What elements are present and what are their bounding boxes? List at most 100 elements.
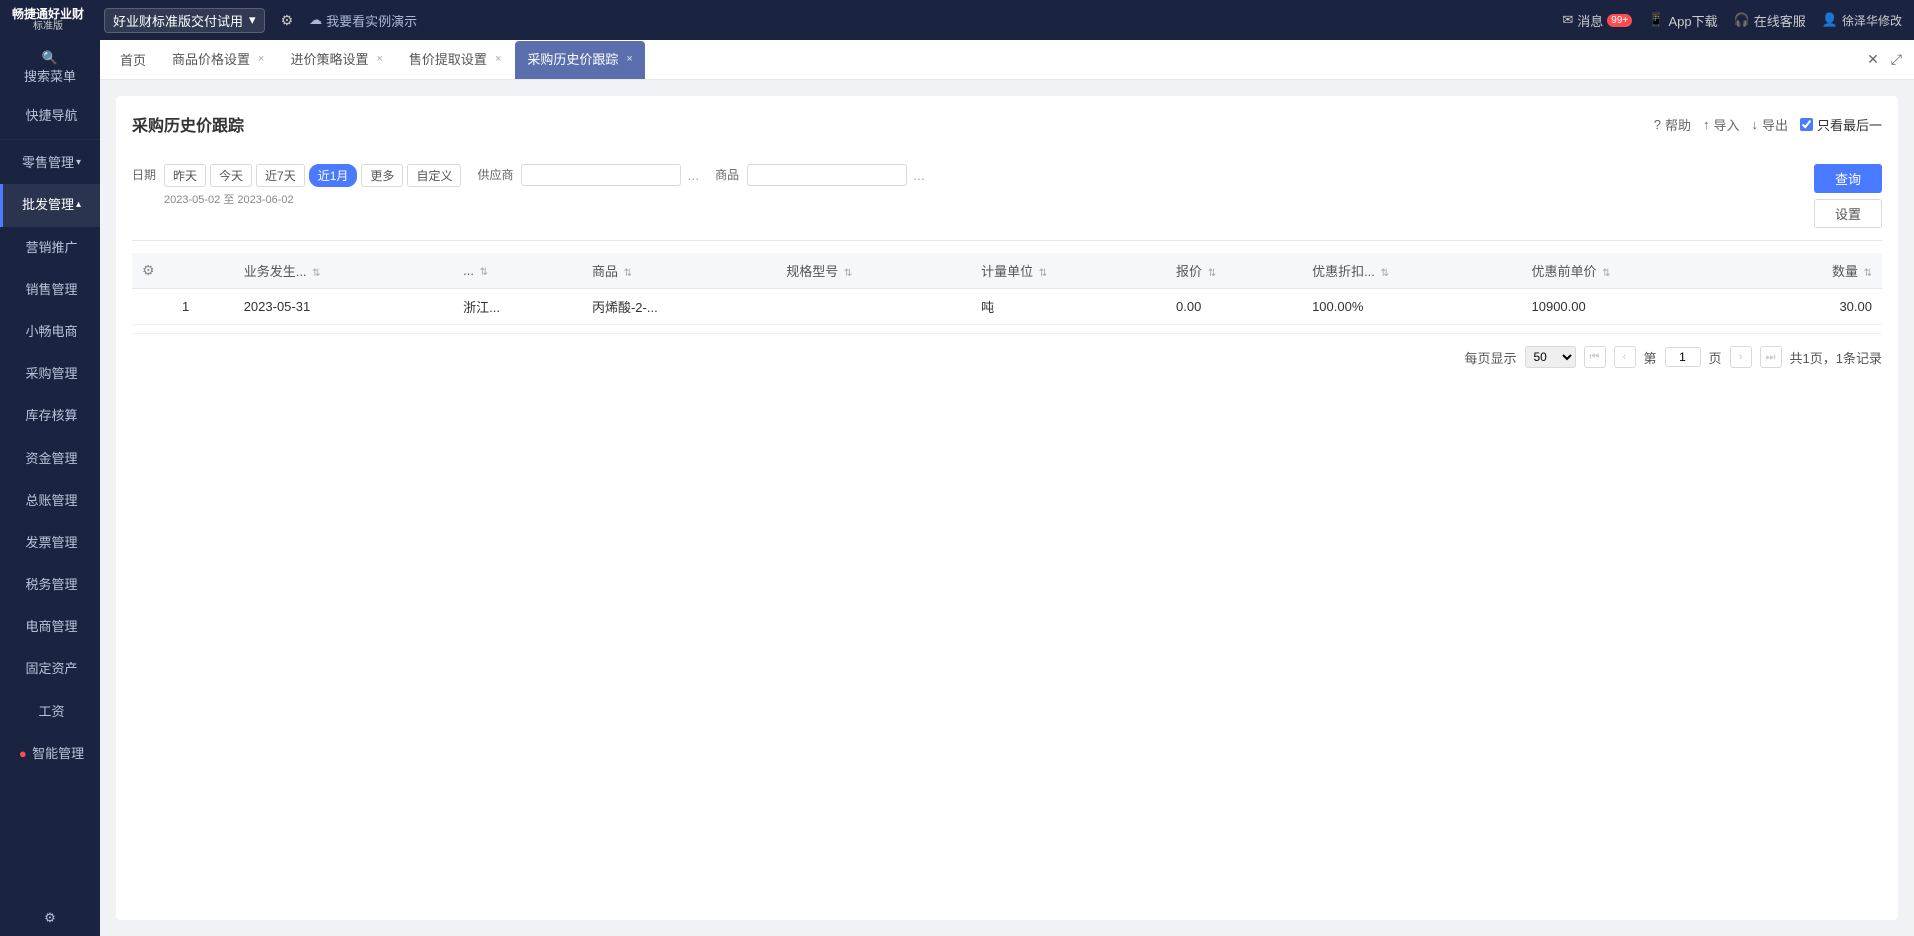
col-settings[interactable]: ⚙ [132,253,172,289]
tab-home[interactable]: 首页 [108,41,158,79]
col-unit-sort-icon[interactable]: ⇅ [1039,268,1047,279]
col-quoted-price-sort-icon[interactable]: ⇅ [1208,268,1216,279]
sidebar-item-marketing-label: 营销推广 [25,240,77,255]
col-more-sort-icon[interactable]: ⇅ [480,267,488,278]
tab-fullscreen-icon[interactable]: ⤢ [1887,49,1906,70]
sidebar-item-smart[interactable]: ● 智能管理 [0,733,100,775]
col-quantity-sort-icon[interactable]: ⇅ [1864,268,1872,279]
tab-price-close-icon[interactable]: × [258,53,264,65]
sidebar-item-invoice[interactable]: 发票管理 [0,522,100,564]
tab-price[interactable]: 商品价格设置 × [160,41,276,79]
page-first-btn[interactable]: ⏮ [1584,346,1606,368]
sidebar-item-smart-label: 智能管理 [32,746,84,761]
sidebar-item-retail-label: 零售管理 [22,154,74,172]
sidebar-item-sales[interactable]: 销售管理 [0,269,100,311]
demo-link[interactable]: ☁ 我要看实例演示 [309,11,417,30]
per-page-select[interactable]: 50 20 100 200 [1525,346,1576,368]
version-text: 好业财标准版交付试用 [113,11,243,30]
user-name: 徐泽华修改 [1842,12,1902,29]
app-download-button[interactable]: 📱 App下载 [1648,11,1717,30]
sidebar-item-inventory[interactable]: 库存核算 [0,395,100,437]
date-today-btn[interactable]: 今天 [210,164,252,187]
col-discount-sort-icon[interactable]: ⇅ [1381,268,1389,279]
sidebar-item-fixed-assets[interactable]: 固定资产 [0,648,100,690]
help-link[interactable]: ? 帮助 [1654,115,1691,134]
page-next-btn[interactable]: › [1730,346,1752,368]
only-last-checkbox[interactable] [1800,118,1813,131]
sidebar-item-invoice-label: 发票管理 [25,535,77,550]
sidebar-search[interactable]: 🔍 搜索菜单 [0,40,100,95]
col-quantity-label: 数量 [1832,264,1858,279]
sidebar: 🔍 搜索菜单 快捷导航 零售管理 ▾ 批发管理 ▴ 营销推广 销售管理 小畅电商… [0,40,100,936]
sidebar-wholesale-arrow-icon: ▴ [76,198,81,212]
tab-sale-price-close-icon[interactable]: × [495,53,501,65]
date-last1m-btn[interactable]: 近1月 [309,164,358,187]
version-settings-icon[interactable]: ⚙ [277,10,298,31]
table-settings-gear-icon[interactable]: ⚙ [142,262,155,278]
page-last-btn[interactable]: ⏭ [1760,346,1782,368]
col-discount[interactable]: 优惠折扣... ⇅ [1302,253,1521,289]
sidebar-item-accounting[interactable]: 总账管理 [0,480,100,522]
settings-button[interactable]: 设置 [1814,199,1882,228]
supplier-input[interactable] [521,164,681,186]
col-price-before-sort-icon[interactable]: ⇅ [1602,268,1610,279]
row-spec-cell [776,289,971,325]
date-more-btn[interactable]: 更多 [361,164,403,187]
sidebar-item-quicknav[interactable]: 快捷导航 [0,95,100,137]
filter-bar: 日期 昨天 今天 近7天 近1月 更多 自定义 2023-05-02 至 202… [132,152,1882,241]
col-product-sort-icon[interactable]: ⇅ [624,268,632,279]
version-selector[interactable]: 好业财标准版交付试用 ▾ [104,8,265,33]
col-unit[interactable]: 计量单位 ⇅ [971,253,1166,289]
sidebar-item-ecommerce-small[interactable]: 小畅电商 [0,311,100,353]
sidebar-item-wholesale[interactable]: 批发管理 ▴ [0,184,100,226]
online-service-button[interactable]: 🎧 在线客服 [1734,11,1806,30]
col-price-before[interactable]: 优惠前单价 ⇅ [1522,253,1746,289]
tab-close-all-icon[interactable]: ✕ [1863,49,1883,70]
date-yesterday-btn[interactable]: 昨天 [164,164,206,187]
table-head: ⚙ 业务发生... ⇅ ... ⇅ [132,253,1882,289]
tab-history-price-close-icon[interactable]: × [626,53,632,65]
tab-sale-price[interactable]: 售价提取设置 × [397,41,513,79]
col-biz-date-sort-icon[interactable]: ⇅ [312,268,320,279]
date-last7-btn[interactable]: 近7天 [256,164,305,187]
page-header: 采购历史价跟踪 ? 帮助 ↑ 导入 ↓ 导出 [132,112,1882,136]
only-last-checkbox-label[interactable]: 只看最后一 [1800,115,1882,134]
sidebar-item-purchase[interactable]: 采购管理 [0,353,100,395]
col-biz-date[interactable]: 业务发生... ⇅ [234,253,453,289]
product-more-icon[interactable]: ... [913,167,925,183]
col-quoted-price[interactable]: 报价 ⇅ [1166,253,1302,289]
sidebar-item-ecommerce[interactable]: 电商管理 [0,606,100,648]
col-spec-sort-icon[interactable]: ⇅ [844,268,852,279]
date-options: 昨天 今天 近7天 近1月 更多 自定义 2023-05-02 至 2023-0… [164,164,461,207]
sidebar-item-tax[interactable]: 税务管理 [0,564,100,606]
top-header: 畅捷通好业财 标准版 好业财标准版交付试用 ▾ ⚙ ☁ 我要看实例演示 ✉ 消息… [0,0,1914,40]
online-service-label: 在线客服 [1754,11,1806,30]
col-product[interactable]: 商品 ⇅ [582,253,776,289]
date-custom-btn[interactable]: 自定义 [407,164,461,187]
query-button[interactable]: 查询 [1814,164,1882,193]
tab-purchase-strategy-close-icon[interactable]: × [376,53,382,65]
product-filter-label: 商品 [715,164,739,183]
product-input[interactable] [747,164,907,186]
export-link[interactable]: ↓ 导出 [1751,115,1788,134]
import-link[interactable]: ↑ 导入 [1703,115,1740,134]
date-filter-label: 日期 [132,164,156,183]
sidebar-item-salary[interactable]: 工资 [0,691,100,733]
col-more[interactable]: ... ⇅ [453,253,582,289]
page-prev-btn[interactable]: ‹ [1614,346,1636,368]
supplier-more-icon[interactable]: ... [687,167,699,183]
page-input[interactable] [1665,347,1701,367]
tab-purchase-strategy[interactable]: 进价策略设置 × [278,41,394,79]
row-settings-cell [132,289,172,325]
sidebar-item-finance[interactable]: 资金管理 [0,438,100,480]
app-download-label: App下载 [1668,11,1717,30]
col-spec[interactable]: 规格型号 ⇅ [776,253,971,289]
sidebar-settings-btn[interactable]: ⚙ [0,900,100,936]
messages-button[interactable]: ✉ 消息 99+ [1562,11,1632,30]
col-spec-label: 规格型号 [786,264,838,279]
user-menu[interactable]: 👤 徐泽华修改 [1822,12,1902,29]
sidebar-item-marketing[interactable]: 营销推广 [0,227,100,269]
col-quantity[interactable]: 数量 ⇅ [1746,253,1882,289]
tab-history-price[interactable]: 采购历史价跟踪 × [515,41,644,79]
sidebar-item-retail[interactable]: 零售管理 ▾ [0,142,100,184]
